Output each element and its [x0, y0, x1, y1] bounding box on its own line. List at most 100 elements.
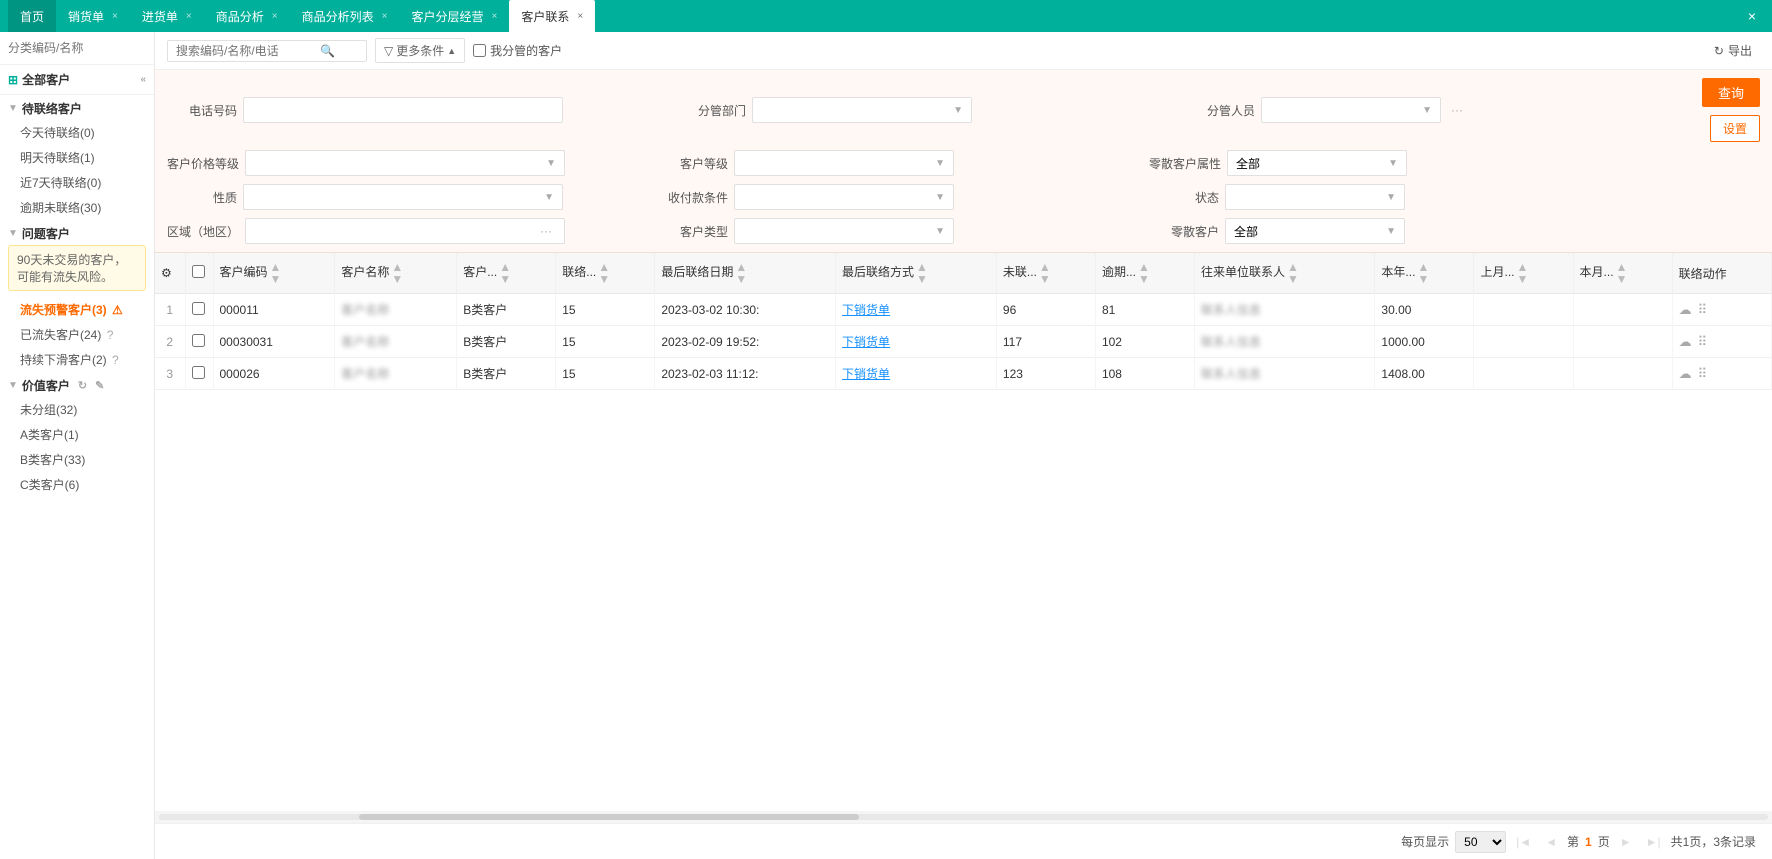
col-current-month[interactable]: 本月...▲▼ [1573, 253, 1672, 294]
next-page-btn[interactable]: ► [1616, 833, 1636, 851]
row-last-method[interactable]: 下销货单 [836, 326, 997, 358]
table-body: 1 000011 客户名称 B类客户 15 2023-03-02 10:30: … [155, 294, 1772, 390]
tab-sales-close[interactable]: × [112, 11, 118, 22]
first-page-btn[interactable]: |◄ [1512, 833, 1535, 851]
row-name: 客户名称 [335, 358, 457, 390]
phone-label: 电话号码 [167, 102, 237, 119]
tab-purchase[interactable]: 进货单 × [130, 0, 204, 32]
sidebar-item-c-class-label: C类客户(6) [20, 478, 79, 492]
region-dots[interactable]: ··· [536, 224, 556, 238]
query-btn[interactable]: 查询 [1702, 78, 1760, 107]
sidebar-item-ungroup[interactable]: 未分组(32) [0, 397, 154, 422]
col-settings[interactable]: ⚙ [155, 253, 185, 294]
refresh-icon[interactable]: ↻ [78, 379, 87, 392]
col-contact-person[interactable]: 往来单位联系人▲▼ [1195, 253, 1375, 294]
sidebar-item-declining[interactable]: 持续下滑客户(2) ? [0, 347, 154, 372]
phone-input[interactable] [243, 97, 563, 123]
tab-sales[interactable]: 销货单 × [56, 0, 130, 32]
tab-purchase-close[interactable]: × [186, 11, 192, 22]
action-chat-icon[interactable]: ☁ [1679, 302, 1692, 318]
tab-product-analysis-close[interactable]: × [272, 11, 278, 22]
status-select[interactable]: ▼ [1225, 184, 1405, 210]
sidebar-item-today[interactable]: 今天待联络(0) [0, 120, 154, 145]
manager-dots[interactable]: ··· [1447, 103, 1467, 117]
nature-select[interactable]: ▼ [243, 184, 563, 210]
row-checkbox-cell[interactable] [185, 358, 213, 390]
col-contact-count[interactable]: 联络...▲▼ [556, 253, 655, 294]
col-current-year[interactable]: 本年...▲▼ [1375, 253, 1474, 294]
sidebar-item-churned[interactable]: 已流失客户(24) ? [0, 322, 154, 347]
row-type: B类客户 [457, 294, 556, 326]
section-waiting[interactable]: ▼ 待联络客户 [0, 95, 154, 120]
select-all-checkbox[interactable] [192, 265, 205, 278]
page-size-select[interactable]: 50 10 20 100 [1455, 831, 1506, 853]
sidebar-item-7days[interactable]: 近7天待联络(0) [0, 170, 154, 195]
my-customers-checkbox[interactable] [473, 44, 486, 57]
sidebar-item-a-class[interactable]: A类客户(1) [0, 422, 154, 447]
tab-product-analysis[interactable]: 商品分析 × [204, 0, 290, 32]
export-btn[interactable]: ↻ 导出 [1706, 39, 1760, 62]
row-checkbox[interactable] [192, 334, 205, 347]
customer-level-select[interactable]: ▼ [734, 150, 954, 176]
edit-icon[interactable]: ✎ [95, 379, 104, 392]
price-level-chevron: ▼ [546, 158, 556, 169]
sidebar-item-tomorrow[interactable]: 明天待联络(1) [0, 145, 154, 170]
action-more-icon[interactable]: ⠿ [1698, 334, 1708, 350]
price-level-select[interactable]: ▼ [245, 150, 565, 176]
tab-product-analysis-list[interactable]: 商品分析列表 × [290, 0, 400, 32]
col-last-month[interactable]: 上月...▲▼ [1474, 253, 1573, 294]
tab-customer-segment[interactable]: 客户分层经营 × [399, 0, 509, 32]
col-name[interactable]: 客户名称▲▼ [335, 253, 457, 294]
sidebar-item-overdue[interactable]: 逾期未联络(30) [0, 195, 154, 220]
dept-select[interactable]: ▼ [752, 97, 972, 123]
row-checkbox[interactable] [192, 366, 205, 379]
filter-search-input[interactable] [176, 44, 316, 58]
col-overdue[interactable]: 逾期...▲▼ [1095, 253, 1194, 294]
tab-customer-contact[interactable]: 客户联系 × [509, 0, 595, 32]
manager-select[interactable]: ▼ [1261, 97, 1441, 123]
row-last-method[interactable]: 下销货单 [836, 358, 997, 390]
action-more-icon[interactable]: ⠿ [1698, 366, 1708, 382]
action-chat-icon[interactable]: ☁ [1679, 366, 1692, 382]
sidebar-all-customers[interactable]: ⊞ 全部客户 « [0, 65, 154, 95]
action-chat-icon[interactable]: ☁ [1679, 334, 1692, 350]
dept-label: 分管部门 [676, 102, 746, 119]
sidebar-search-input[interactable] [8, 41, 155, 55]
tab-customer-segment-close[interactable]: × [491, 11, 497, 22]
col-type[interactable]: 客户...▲▼ [457, 253, 556, 294]
customer-type-select[interactable]: ▼ [734, 218, 954, 244]
sidebar-item-c-class[interactable]: C类客户(6) [0, 472, 154, 497]
col-uncontacted[interactable]: 未联...▲▼ [996, 253, 1095, 294]
section-problem[interactable]: ▼ 问题客户 [0, 220, 154, 245]
close-all-tabs[interactable]: × [1740, 8, 1764, 24]
tab-product-analysis-list-close[interactable]: × [382, 11, 388, 22]
scrollbar-thumb[interactable] [359, 814, 859, 820]
sidebar-item-b-class[interactable]: B类客户(33) [0, 447, 154, 472]
col-last-date[interactable]: 最后联络日期▲▼ [655, 253, 836, 294]
row-actions: ☁ ⠿ [1672, 294, 1771, 326]
setting-btn[interactable]: 设置 [1710, 115, 1760, 142]
tab-customer-contact-close[interactable]: × [577, 11, 583, 22]
my-customers-checkbox-label[interactable]: 我分管的客户 [473, 42, 562, 59]
scattered-attr-label: 零散客户属性 [1149, 155, 1221, 172]
action-more-icon[interactable]: ⠿ [1698, 302, 1708, 318]
row-checkbox-cell[interactable] [185, 294, 213, 326]
section-value[interactable]: ▼ 价值客户 ↻ ✎ [0, 372, 154, 397]
row-checkbox-cell[interactable] [185, 326, 213, 358]
prev-page-btn[interactable]: ◄ [1541, 833, 1561, 851]
main-layout: 🔍 ⊞ 全部客户 « ▼ 待联络客户 今天待联络(0) 明天待联络(1) 近7天… [0, 32, 1772, 859]
row-last-method[interactable]: 下销货单 [836, 294, 997, 326]
scattered-attr-select[interactable]: 全部 ▼ [1227, 150, 1407, 176]
region-input[interactable]: ··· [245, 218, 565, 244]
more-conditions-btn[interactable]: ▽ 更多条件 ▲ [375, 38, 465, 63]
col-checkbox[interactable] [185, 253, 213, 294]
scrollbar-area[interactable] [155, 811, 1772, 823]
zero-customer-select[interactable]: 全部 ▼ [1225, 218, 1405, 244]
col-last-method[interactable]: 最后联络方式▲▼ [836, 253, 997, 294]
last-page-btn[interactable]: ►| [1642, 833, 1665, 851]
row-checkbox[interactable] [192, 302, 205, 315]
col-code[interactable]: 客户编码▲▼ [213, 253, 335, 294]
tab-home[interactable]: 首页 [8, 0, 56, 32]
sidebar-item-churn-warning[interactable]: 流失预警客户(3) ⚠ [0, 297, 154, 322]
payment-select[interactable]: ▼ [734, 184, 954, 210]
